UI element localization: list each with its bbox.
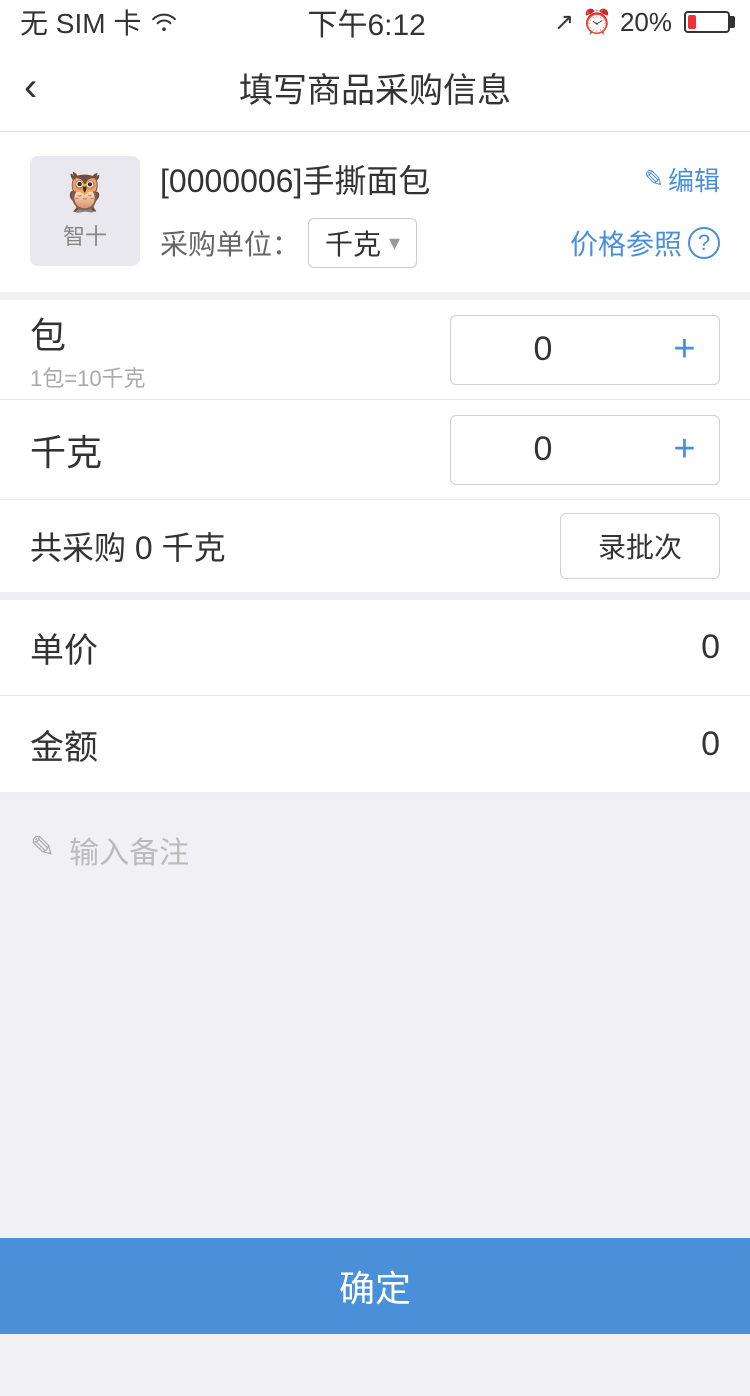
- price-section: 单价 0 金额 0: [0, 600, 750, 800]
- remark-placeholder: 输入备注: [69, 828, 189, 872]
- status-bar: 无 SIM 卡 下午6:12 ↗ ⏰ 20%: [0, 0, 750, 44]
- product-info: [0000006]手撕面包 ✎ 编辑 采购单位： 千克 ▾ 价格参照 ?: [160, 156, 720, 268]
- kg-quantity-input[interactable]: [450, 415, 650, 485]
- no-sim-label: 无 SIM 卡: [20, 2, 141, 42]
- alarm-icon: ⏰: [582, 8, 612, 37]
- product-owl-icon: 🦉: [61, 171, 108, 215]
- edit-icon: ✎: [644, 165, 664, 194]
- product-thumb-label: 智十: [63, 219, 107, 251]
- battery-percent: 20%: [620, 7, 672, 38]
- remark-section[interactable]: ✎ 输入备注: [0, 800, 750, 1000]
- confirm-label: 确定: [339, 1260, 411, 1312]
- bao-input-row: 包 1包=10千克 +: [0, 300, 750, 400]
- unit-select[interactable]: 千克 ▾: [308, 218, 417, 268]
- edit-button[interactable]: ✎ 编辑: [644, 161, 720, 198]
- unit-price-row: 单价 0: [0, 600, 750, 696]
- product-thumbnail: 🦉 智十: [30, 156, 140, 266]
- price-reference-button[interactable]: 价格参照 ?: [570, 223, 720, 263]
- amount-row: 金额 0: [0, 696, 750, 792]
- chevron-down-icon: ▾: [389, 230, 400, 256]
- edit-label: 编辑: [668, 161, 720, 198]
- amount-label: 金额: [30, 720, 98, 769]
- location-icon: ↗: [554, 8, 574, 37]
- back-button[interactable]: ‹: [24, 65, 37, 110]
- amount-value: 0: [701, 725, 720, 764]
- question-icon: ?: [688, 227, 720, 259]
- kg-label: 千克: [30, 424, 102, 476]
- product-name: [0000006]手撕面包: [160, 156, 430, 202]
- bao-plus-button[interactable]: +: [650, 315, 720, 385]
- unit-label: 采购单位：: [160, 223, 300, 263]
- kg-input-row: 千克 +: [0, 400, 750, 500]
- pencil-icon: ✎: [30, 830, 55, 865]
- total-purchase-label: 共采购 0 千克: [30, 523, 226, 569]
- kg-plus-button[interactable]: +: [650, 415, 720, 485]
- product-card: 🦉 智十 [0000006]手撕面包 ✎ 编辑 采购单位： 千克 ▾ 价格参照 …: [0, 132, 750, 300]
- nav-bar: ‹ 填写商品采购信息: [0, 44, 750, 132]
- quantity-input-section: 包 1包=10千克 + 千克 +: [0, 300, 750, 500]
- unit-price-label: 单价: [30, 623, 98, 672]
- unit-value: 千克: [325, 223, 381, 263]
- wifi-icon: [149, 6, 179, 38]
- battery-icon: [684, 11, 730, 33]
- price-ref-label: 价格参照: [570, 223, 682, 263]
- bao-sublabel: 1包=10千克: [30, 361, 146, 393]
- bao-label: 包: [30, 307, 146, 359]
- unit-price-value: 0: [701, 628, 720, 667]
- confirm-button[interactable]: 确定: [0, 1238, 750, 1334]
- summary-row: 共采购 0 千克 录批次: [0, 500, 750, 600]
- status-time: 下午6:12: [307, 0, 425, 44]
- page-title: 填写商品采购信息: [239, 63, 511, 112]
- batch-record-button[interactable]: 录批次: [560, 513, 720, 579]
- bao-quantity-input[interactable]: [450, 315, 650, 385]
